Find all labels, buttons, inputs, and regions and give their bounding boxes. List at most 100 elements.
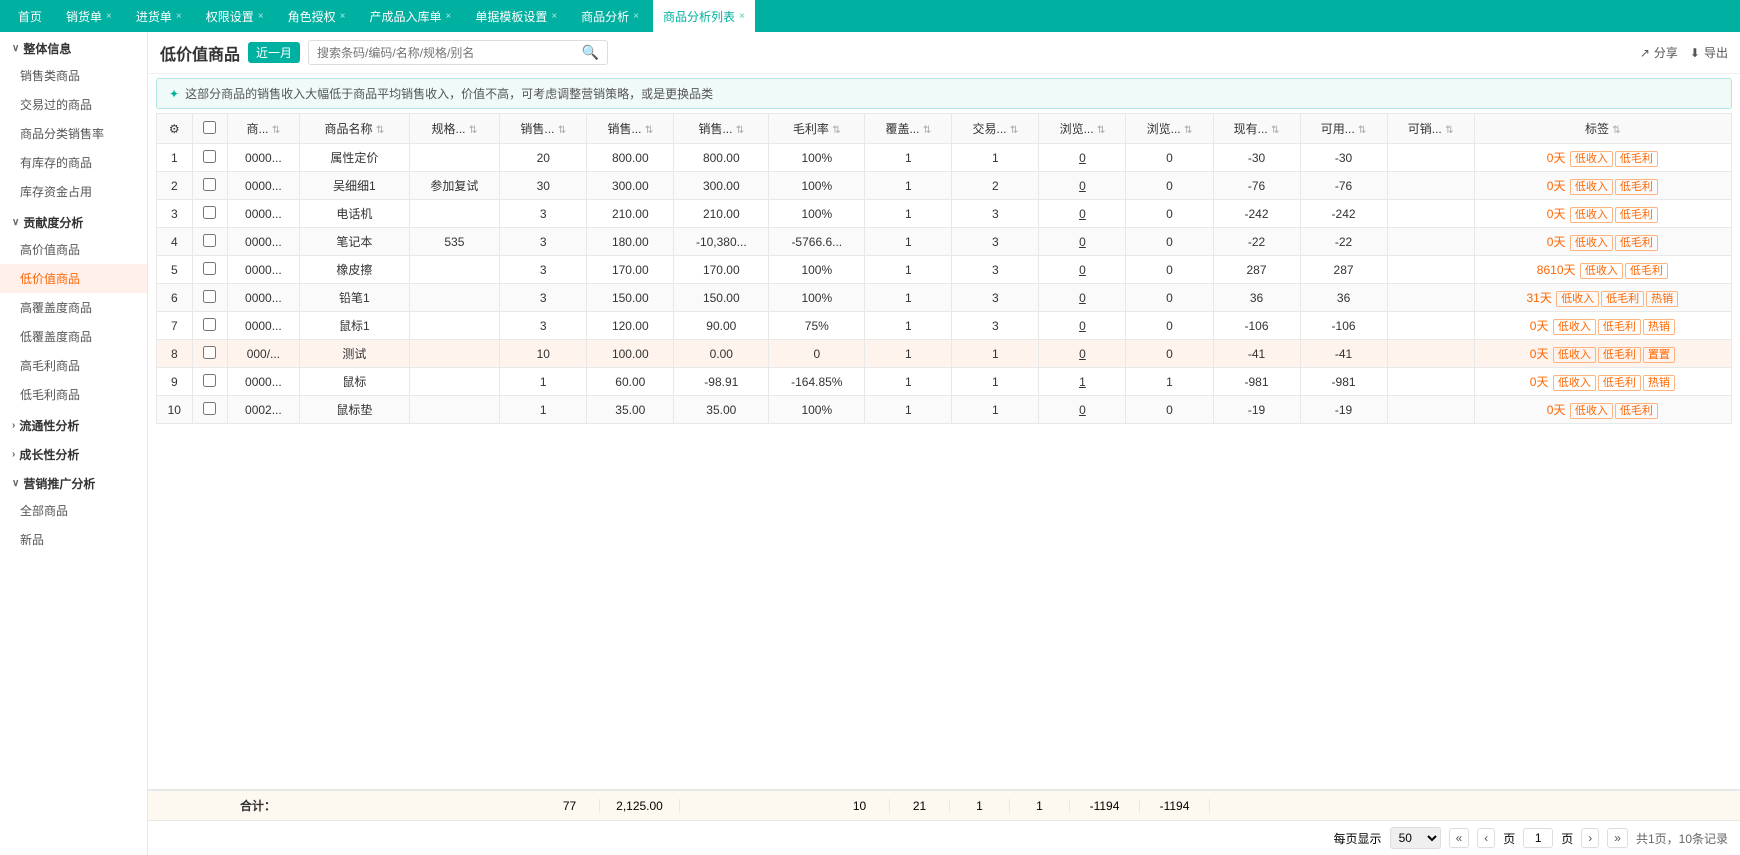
view-count-link[interactable]: 0 xyxy=(1079,207,1086,221)
sidebar-item-低覆盖度商品[interactable]: 低覆盖度商品 xyxy=(0,322,147,351)
nav-item-产成品入库单[interactable]: 产成品入库单× xyxy=(359,0,461,32)
col-trade[interactable]: 交易... ⇅ xyxy=(952,114,1039,144)
nav-item-进货单[interactable]: 进货单× xyxy=(126,0,192,32)
view-count-link[interactable]: 0 xyxy=(1079,235,1086,249)
period-button[interactable]: 近一月 xyxy=(248,42,300,63)
per-page-select[interactable]: 50 100 200 xyxy=(1390,827,1441,849)
view-count-link[interactable]: 0 xyxy=(1079,263,1086,277)
col-code[interactable]: 商... ⇅ xyxy=(227,114,300,144)
cell-checkbox[interactable] xyxy=(192,396,227,424)
sidebar-item-销售类商品[interactable]: 销售类商品 xyxy=(0,61,147,90)
page-header: 低价值商品 近一月 🔍 ↗ 分享 ⬇ 导出 xyxy=(148,32,1740,74)
row-checkbox[interactable] xyxy=(203,374,216,387)
sidebar-item-高毛利商品[interactable]: 高毛利商品 xyxy=(0,351,147,380)
col-gear[interactable]: ⚙ xyxy=(157,114,193,144)
cell-checkbox[interactable] xyxy=(192,228,227,256)
prev-page-button[interactable]: ‹ xyxy=(1477,828,1495,848)
close-tab-icon[interactable]: × xyxy=(633,11,639,22)
search-icon[interactable]: 🔍 xyxy=(582,44,599,61)
cell-checkbox[interactable] xyxy=(192,256,227,284)
col-view1[interactable]: 浏览... ⇅ xyxy=(1039,114,1126,144)
close-tab-icon[interactable]: × xyxy=(445,11,451,22)
col-view2[interactable]: 浏览... ⇅ xyxy=(1126,114,1213,144)
table-container[interactable]: ⚙ 商... ⇅ 商品名称 ⇅ 规格... ⇅ 销售... ⇅ 销售... ⇅ … xyxy=(148,113,1740,789)
col-tags[interactable]: 标签 ⇅ xyxy=(1474,114,1731,144)
cell-checkbox[interactable] xyxy=(192,172,227,200)
col-saleable[interactable]: 可销... ⇅ xyxy=(1387,114,1474,144)
view-count-link[interactable]: 0 xyxy=(1079,179,1086,193)
cell-checkbox[interactable] xyxy=(192,340,227,368)
sidebar-group-流通性分析[interactable]: ›流通性分析 xyxy=(0,409,147,438)
sidebar-item-有库存的商品[interactable]: 有库存的商品 xyxy=(0,148,147,177)
select-all-checkbox[interactable] xyxy=(203,121,216,134)
row-checkbox[interactable] xyxy=(203,318,216,331)
sidebar-group-成长性分析[interactable]: ›成长性分析 xyxy=(0,438,147,467)
row-checkbox[interactable] xyxy=(203,150,216,163)
cell-checkbox[interactable] xyxy=(192,144,227,172)
col-coverage[interactable]: 覆盖... ⇅ xyxy=(865,114,952,144)
row-checkbox[interactable] xyxy=(203,206,216,219)
sidebar-group-整体信息[interactable]: ∨整体信息 xyxy=(0,32,147,61)
cell-checkbox[interactable] xyxy=(192,368,227,396)
close-tab-icon[interactable]: × xyxy=(340,11,346,22)
close-tab-icon[interactable]: × xyxy=(176,11,182,22)
sidebar-item-全部商品[interactable]: 全部商品 xyxy=(0,496,147,525)
nav-item-商品分析[interactable]: 商品分析× xyxy=(571,0,649,32)
view-count-link[interactable]: 0 xyxy=(1079,291,1086,305)
view-count-link[interactable]: 1 xyxy=(1079,375,1086,389)
page-number-input[interactable] xyxy=(1523,828,1553,848)
col-sales-avg[interactable]: 销售... ⇅ xyxy=(674,114,769,144)
cell-checkbox[interactable] xyxy=(192,312,227,340)
cell-trade: 3 xyxy=(952,256,1039,284)
col-sales-amt[interactable]: 销售... ⇅ xyxy=(587,114,674,144)
cell-name: 属性定价 xyxy=(300,144,409,172)
nav-item-首页[interactable]: 首页 xyxy=(8,0,52,32)
col-spec[interactable]: 规格... ⇅ xyxy=(409,114,500,144)
sidebar-item-库存资金占用[interactable]: 库存资金占用 xyxy=(0,177,147,206)
nav-item-销货单[interactable]: 销货单× xyxy=(56,0,122,32)
nav-item-角色授权[interactable]: 角色授权× xyxy=(278,0,356,32)
cell-checkbox[interactable] xyxy=(192,284,227,312)
row-checkbox[interactable] xyxy=(203,346,216,359)
col-current-stock[interactable]: 现有... ⇅ xyxy=(1213,114,1300,144)
cell-saleable xyxy=(1387,228,1474,256)
row-checkbox[interactable] xyxy=(203,178,216,191)
row-checkbox[interactable] xyxy=(203,402,216,415)
cell-checkbox[interactable] xyxy=(192,200,227,228)
sidebar-item-交易过的商品[interactable]: 交易过的商品 xyxy=(0,90,147,119)
sidebar-item-低毛利商品[interactable]: 低毛利商品 xyxy=(0,380,147,409)
row-checkbox[interactable] xyxy=(203,290,216,303)
next-page-button[interactable]: › xyxy=(1581,828,1599,848)
sidebar-group-贡献度分析[interactable]: ∨贡献度分析 xyxy=(0,206,147,235)
cell-code: 0000... xyxy=(227,172,300,200)
sidebar-item-新品[interactable]: 新品 xyxy=(0,525,147,554)
row-checkbox[interactable] xyxy=(203,262,216,275)
col-sales-qty[interactable]: 销售... ⇅ xyxy=(500,114,587,144)
close-tab-icon[interactable]: × xyxy=(258,11,264,22)
view-count-link[interactable]: 0 xyxy=(1079,403,1086,417)
close-tab-icon[interactable]: × xyxy=(106,11,112,22)
row-checkbox[interactable] xyxy=(203,234,216,247)
view-count-link[interactable]: 0 xyxy=(1079,347,1086,361)
close-tab-icon[interactable]: × xyxy=(551,11,557,22)
view-count-link[interactable]: 0 xyxy=(1079,151,1086,165)
search-input[interactable] xyxy=(317,46,578,60)
sidebar-item-高价值商品[interactable]: 高价值商品 xyxy=(0,235,147,264)
col-name[interactable]: 商品名称 ⇅ xyxy=(300,114,409,144)
sidebar-item-低价值商品[interactable]: 低价值商品 xyxy=(0,264,147,293)
last-page-button[interactable]: » xyxy=(1607,828,1628,848)
nav-item-商品分析列表[interactable]: 商品分析列表× xyxy=(653,0,755,32)
col-gross-rate[interactable]: 毛利率 ⇅ xyxy=(769,114,865,144)
export-button[interactable]: ⬇ 导出 xyxy=(1690,44,1728,61)
nav-item-权限设置[interactable]: 权限设置× xyxy=(196,0,274,32)
sidebar-item-商品分类销售率[interactable]: 商品分类销售率 xyxy=(0,119,147,148)
col-checkbox[interactable] xyxy=(192,114,227,144)
view-count-link[interactable]: 0 xyxy=(1079,319,1086,333)
nav-item-单据模板设置[interactable]: 单据模板设置× xyxy=(465,0,567,32)
first-page-button[interactable]: « xyxy=(1449,828,1470,848)
sidebar-item-高覆盖度商品[interactable]: 高覆盖度商品 xyxy=(0,293,147,322)
share-button[interactable]: ↗ 分享 xyxy=(1640,44,1678,61)
close-tab-icon[interactable]: × xyxy=(739,11,745,22)
sidebar-group-营销推广分析[interactable]: ∨营销推广分析 xyxy=(0,467,147,496)
col-available[interactable]: 可用... ⇅ xyxy=(1300,114,1387,144)
